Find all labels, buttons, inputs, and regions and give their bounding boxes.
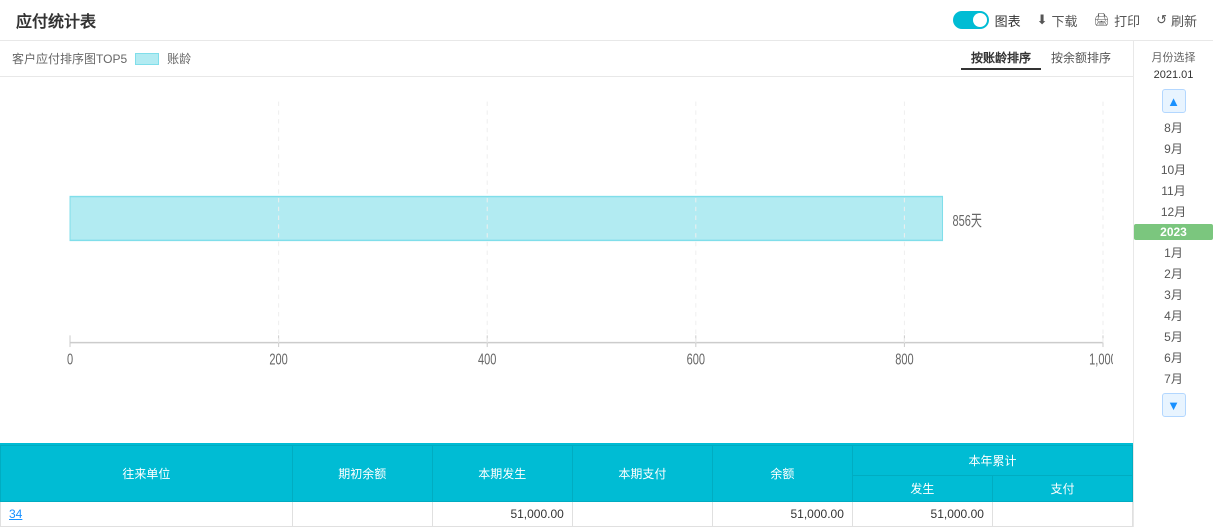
main-content: 客户应付排序图TOP5 账龄 按账龄排序 按余额排序 34 856天 [0,41,1213,527]
sort-buttons: 按账龄排序 按余额排序 [961,47,1121,70]
data-table: 往来单位 期初余额 本期发生 本期支付 余额 本年累计 发生 支付 [0,445,1133,527]
sort-by-age-button[interactable]: 按账龄排序 [961,47,1041,70]
svg-text:400: 400 [478,351,497,368]
legend-text: 客户应付排序图TOP5 [12,50,127,67]
month-11[interactable]: 11月 [1134,180,1213,201]
svg-text:1,000: 1,000 [1089,351,1113,368]
download-button[interactable]: ⬇ 下载 [1037,11,1078,30]
month-12[interactable]: 12月 [1134,201,1213,222]
col-incoming: 往来单位 [1,446,293,502]
cell-ytd-occur: 51,000.00 [852,502,992,527]
refresh-label: 刷新 [1171,11,1197,30]
svg-text:800: 800 [895,351,914,368]
month-4[interactable]: 4月 [1134,305,1213,326]
sidebar: 月份选择 2021.01 ▲ 8月 9月 10月 11月 12月 2023 1月… [1133,41,1213,527]
cell-balance: 51,000.00 [712,502,852,527]
toggle-label: 图表 [995,11,1021,30]
svg-text:600: 600 [687,351,706,368]
month-7[interactable]: 7月 [1134,368,1213,389]
month-1[interactable]: 1月 [1134,242,1213,263]
print-label: 打印 [1114,11,1140,30]
unit-link[interactable]: 34 [9,507,22,521]
sidebar-date: 2021.01 [1154,69,1194,81]
chart-section: 客户应付排序图TOP5 账龄 按账龄排序 按余额排序 34 856天 [0,41,1133,527]
chart-legend: 客户应付排序图TOP5 账龄 [12,50,191,67]
print-icon: 🖨 [1094,12,1111,28]
refresh-button[interactable]: ↺ 刷新 [1156,11,1197,30]
month-3[interactable]: 3月 [1134,284,1213,305]
cell-unit: 34 [1,502,293,527]
table-row: 34 51,000.00 51,000.00 51,000.00 [1,502,1133,527]
cell-opening [292,502,432,527]
legend-box-label: 账龄 [167,50,191,67]
col-current-occur: 本期发生 [432,446,572,502]
download-label: 下载 [1052,11,1078,30]
svg-text:200: 200 [269,351,288,368]
month-6[interactable]: 6月 [1134,347,1213,368]
chart-toggle[interactable] [953,11,989,29]
sort-by-balance-button[interactable]: 按余额排序 [1041,47,1121,70]
year-2023-label: 2023 [1134,224,1213,240]
table-container: 往来单位 期初余额 本期发生 本期支付 余额 本年累计 发生 支付 [0,445,1133,527]
month-9[interactable]: 9月 [1134,138,1213,159]
table-section: 往来单位 期初余额 本期发生 本期支付 余额 本年累计 发生 支付 [0,443,1133,527]
chart-toggle-group[interactable]: 图表 [953,11,1021,30]
month-10[interactable]: 10月 [1134,159,1213,180]
col-ytd-pay: 支付 [992,476,1132,502]
month-5[interactable]: 5月 [1134,326,1213,347]
svg-text:856天: 856天 [953,212,983,229]
cell-ytd-pay [992,502,1132,527]
col-opening: 期初余额 [292,446,432,502]
chart-svg: 34 856天 0 200 400 600 [60,87,1113,423]
cell-current-pay [572,502,712,527]
refresh-icon: ↺ [1156,12,1167,28]
legend-box [135,53,159,65]
sidebar-down-button[interactable]: ▼ [1162,393,1186,417]
table-header-row1: 往来单位 期初余额 本期发生 本期支付 余额 本年累计 [1,446,1133,476]
print-button[interactable]: 🖨 打印 [1094,11,1141,30]
svg-text:0: 0 [67,351,73,368]
page-header: 应付统计表 图表 ⬇ 下载 🖨 打印 ↺ 刷新 [0,0,1213,41]
col-ytd: 本年累计 [852,446,1132,476]
sidebar-up-button[interactable]: ▲ [1162,89,1186,113]
col-current-pay: 本期支付 [572,446,712,502]
sidebar-title: 月份选择 [1152,49,1196,65]
col-ytd-occur: 发生 [852,476,992,502]
download-icon: ⬇ [1037,12,1048,28]
month-2[interactable]: 2月 [1134,263,1213,284]
chart-wrapper: 34 856天 0 200 400 600 [0,77,1133,443]
page-title: 应付统计表 [16,8,96,32]
header-actions: 图表 ⬇ 下载 🖨 打印 ↺ 刷新 [953,11,1197,30]
month-8[interactable]: 8月 [1134,117,1213,138]
cell-current-occur: 51,000.00 [432,502,572,527]
chart-toolbar: 客户应付排序图TOP5 账龄 按账龄排序 按余额排序 [0,41,1133,77]
col-balance: 余额 [712,446,852,502]
